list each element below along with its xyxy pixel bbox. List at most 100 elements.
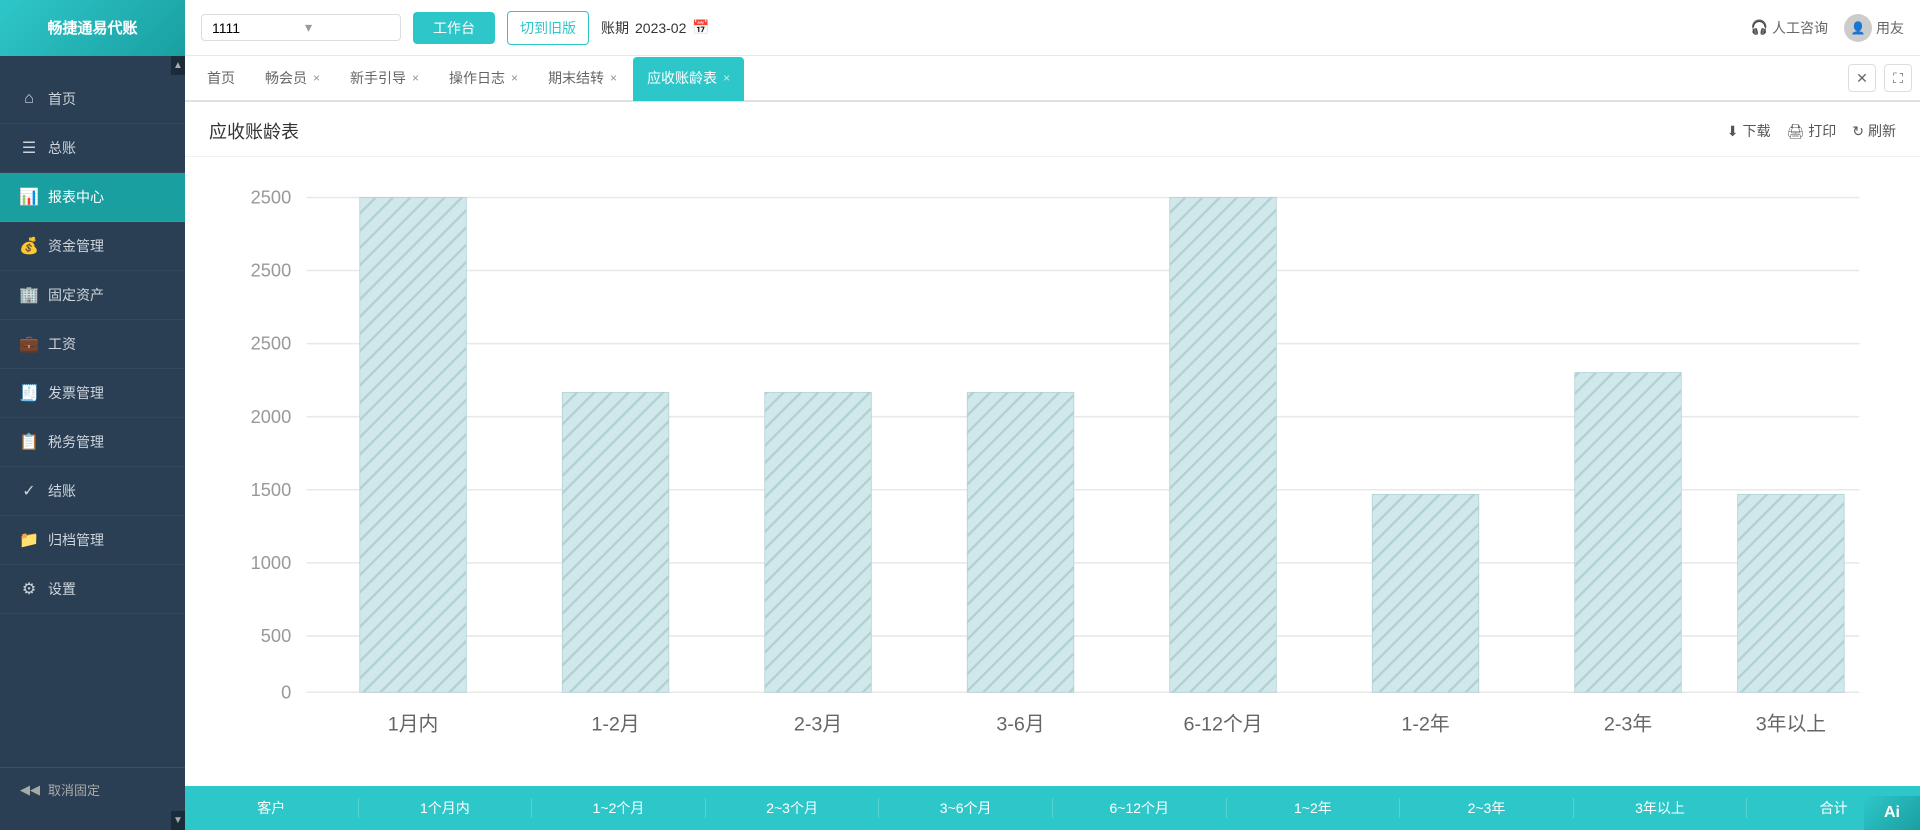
th-1-2month: 1~2个月: [532, 798, 706, 818]
tab-guide-label: 新手引导: [350, 68, 406, 88]
tab-controls: ✕ ⛶: [1848, 64, 1912, 92]
switch-version-button[interactable]: 切到旧版: [507, 11, 589, 45]
ai-badge[interactable]: Ai: [1864, 796, 1920, 830]
ledger-icon: ☰: [20, 139, 38, 157]
tab-period-close[interactable]: 期末结转 ×: [534, 57, 631, 101]
refresh-label: 刷新: [1868, 121, 1896, 141]
settings-icon: ⚙: [20, 580, 38, 598]
sidebar-item-tax[interactable]: 📋 税务管理: [0, 418, 185, 467]
tab-guide-close[interactable]: ×: [412, 71, 419, 85]
user-name: 用友: [1876, 18, 1904, 38]
sidebar-item-home[interactable]: ⌂ 首页: [0, 75, 185, 124]
funds-icon: 💰: [20, 237, 38, 255]
tab-home[interactable]: 首页: [193, 57, 249, 101]
sidebar-item-payroll[interactable]: 💼 工资: [0, 320, 185, 369]
period-area: 账期 2023-02 📅: [601, 18, 710, 38]
pin-icon: ◀◀: [20, 782, 40, 798]
svg-text:2000: 2000: [251, 406, 292, 427]
sidebar-item-invoice[interactable]: 🧾 发票管理: [0, 369, 185, 418]
cancel-fixed-button[interactable]: ◀◀ 取消固定: [0, 767, 185, 811]
content-area: 首页 畅会员 × 新手引导 × 操作日志 × 期末结转 × 应收账龄表 ×: [185, 56, 1920, 830]
svg-text:500: 500: [261, 625, 291, 646]
company-selector[interactable]: 1111 ▾: [201, 14, 401, 41]
tab-close-button[interactable]: ✕: [1848, 64, 1876, 92]
header-middle: 1111 ▾ 工作台 切到旧版 账期 2023-02 📅: [201, 11, 1751, 45]
sidebar-label-invoice: 发票管理: [48, 383, 104, 403]
headset-icon: 🎧: [1751, 19, 1768, 36]
page-actions: ⬇ 下载 🖨 打印 ↻ 刷新: [1727, 121, 1896, 141]
consult-button[interactable]: 🎧 人工咨询: [1751, 18, 1828, 38]
tab-ar-aging-close[interactable]: ×: [723, 71, 730, 85]
tab-log[interactable]: 操作日志 ×: [435, 57, 532, 101]
sidebar-label-settings: 设置: [48, 579, 76, 599]
svg-text:3-6月: 3-6月: [996, 713, 1044, 735]
ai-badge-text: Ai: [1884, 804, 1900, 821]
avatar: 👤: [1844, 14, 1872, 42]
svg-text:2500: 2500: [251, 260, 292, 281]
main-layout: ▲ ⌂ 首页 ☰ 总账 📊 报表中心 💰 资金管理 🏢 固定资产 💼 工资 🧾 …: [0, 56, 1920, 830]
sidebar-scroll-down[interactable]: ▼: [171, 811, 185, 830]
company-name: 1111: [212, 20, 297, 36]
calendar-icon[interactable]: 📅: [692, 19, 709, 36]
th-6-12month: 6~12个月: [1053, 798, 1227, 818]
th-2-3month: 2~3个月: [706, 798, 880, 818]
tab-membership-label: 畅会员: [265, 68, 307, 88]
tab-ar-aging-label: 应收账龄表: [647, 68, 717, 88]
page-header: 应收账龄表 ⬇ 下载 🖨 打印 ↻ 刷新: [185, 102, 1920, 157]
sidebar-item-archive[interactable]: 📁 归档管理: [0, 516, 185, 565]
svg-text:1月内: 1月内: [388, 713, 439, 735]
assets-icon: 🏢: [20, 286, 38, 304]
th-1month: 1个月内: [359, 798, 533, 818]
period-value: 2023-02: [635, 20, 686, 36]
sidebar-item-funds[interactable]: 💰 资金管理: [0, 222, 185, 271]
reports-icon: 📊: [20, 188, 38, 206]
svg-text:1500: 1500: [251, 479, 292, 500]
download-button[interactable]: ⬇ 下载: [1727, 121, 1771, 141]
sidebar-label-assets: 固定资产: [48, 285, 104, 305]
home-icon: ⌂: [20, 90, 38, 108]
sidebar-item-assets[interactable]: 🏢 固定资产: [0, 271, 185, 320]
sidebar-label-home: 首页: [48, 89, 76, 109]
sidebar-item-settings[interactable]: ⚙ 设置: [0, 565, 185, 614]
svg-text:2500: 2500: [251, 333, 292, 354]
print-button[interactable]: 🖨 打印: [1786, 121, 1836, 141]
payroll-icon: 💼: [20, 335, 38, 353]
tab-membership-close[interactable]: ×: [313, 71, 320, 85]
refresh-button[interactable]: ↻ 刷新: [1852, 121, 1896, 141]
tab-guide[interactable]: 新手引导 ×: [336, 57, 433, 101]
user-area[interactable]: 👤 用友: [1844, 14, 1904, 42]
th-3-6month: 3~6个月: [879, 798, 1053, 818]
workbench-button[interactable]: 工作台: [413, 12, 495, 44]
th-2-3year: 2~3年: [1400, 798, 1574, 818]
tab-home-label: 首页: [207, 68, 235, 88]
tab-membership[interactable]: 畅会员 ×: [251, 57, 334, 101]
logo-text: 畅捷通易代账: [47, 17, 137, 38]
svg-text:6-12个月: 6-12个月: [1183, 713, 1262, 735]
sidebar-label-tax: 税务管理: [48, 432, 104, 452]
dropdown-icon: ▾: [305, 19, 390, 36]
tab-ar-aging[interactable]: 应收账龄表 ×: [633, 57, 744, 101]
sidebar-item-close[interactable]: ✓ 结账: [0, 467, 185, 516]
tab-period-close-btn[interactable]: ×: [610, 71, 617, 85]
svg-text:2500: 2500: [251, 187, 292, 208]
sidebar-label-funds: 资金管理: [48, 236, 104, 256]
sidebar-label-archive: 归档管理: [48, 530, 104, 550]
sidebar-item-reports[interactable]: 📊 报表中心: [0, 173, 185, 222]
svg-text:2-3年: 2-3年: [1604, 713, 1652, 735]
print-label: 打印: [1808, 121, 1836, 141]
th-1-2year: 1~2年: [1227, 798, 1401, 818]
period-label: 账期: [601, 18, 629, 38]
tab-expand-button[interactable]: ⛶: [1884, 64, 1912, 92]
tax-icon: 📋: [20, 433, 38, 451]
tab-log-close[interactable]: ×: [511, 71, 518, 85]
svg-text:3年以上: 3年以上: [1756, 713, 1826, 735]
sidebar-label-payroll: 工资: [48, 334, 76, 354]
download-icon: ⬇: [1727, 123, 1739, 140]
th-customer: 客户: [185, 798, 359, 818]
archive-icon: 📁: [20, 531, 38, 549]
sidebar-item-ledger[interactable]: ☰ 总账: [0, 124, 185, 173]
table-header-row: 客户 1个月内 1~2个月 2~3个月 3~6个月 6~12个月 1~2年 2~…: [185, 786, 1920, 830]
svg-text:1-2年: 1-2年: [1401, 713, 1449, 735]
svg-text:2-3月: 2-3月: [794, 713, 842, 735]
sidebar-scroll-up[interactable]: ▲: [171, 56, 185, 75]
